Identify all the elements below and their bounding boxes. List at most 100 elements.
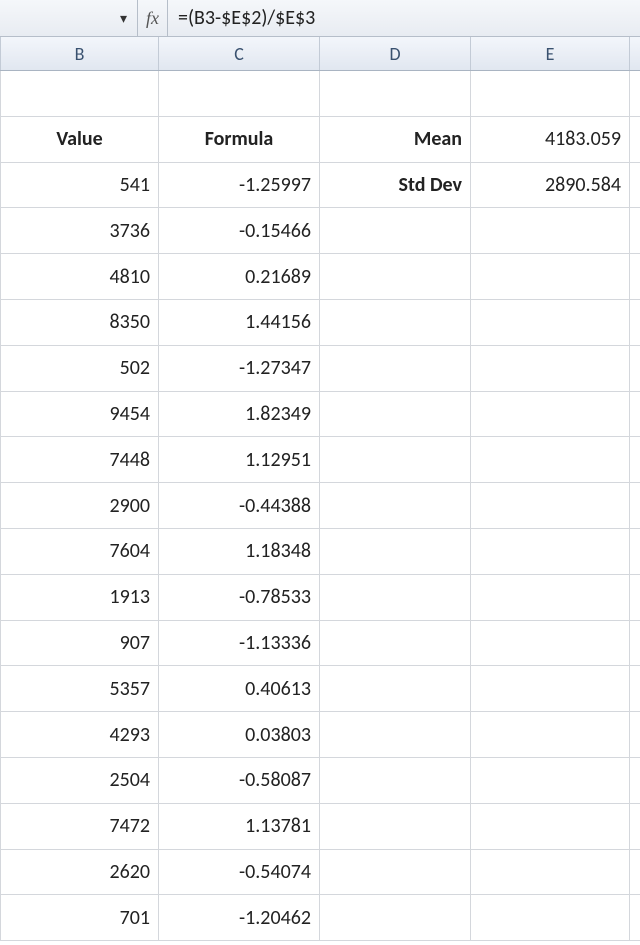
cell-e[interactable] [471, 208, 630, 254]
cell-e[interactable] [471, 529, 630, 575]
cell-formula[interactable]: 1.82349 [159, 392, 320, 438]
cell-b1[interactable] [0, 71, 159, 117]
cell-formula[interactable]: -0.44388 [159, 483, 320, 529]
cell-value[interactable]: 2504 [0, 758, 159, 804]
cell-formula[interactable]: -0.78533 [159, 575, 320, 621]
cell-f[interactable] [630, 895, 640, 941]
cell-d[interactable] [320, 392, 471, 438]
cell-e[interactable] [471, 758, 630, 804]
cell-e[interactable] [471, 850, 630, 896]
column-header-f[interactable] [630, 37, 640, 70]
cell-d[interactable] [320, 758, 471, 804]
cell-f[interactable] [630, 300, 640, 346]
cell-f[interactable] [630, 666, 640, 712]
cell-e1[interactable] [471, 71, 630, 117]
cell-formula[interactable]: 0.21689 [159, 254, 320, 300]
cell-d[interactable] [320, 300, 471, 346]
cell-e[interactable] [471, 804, 630, 850]
cell-value[interactable]: 502 [0, 346, 159, 392]
cell-d[interactable] [320, 483, 471, 529]
cell-formula[interactable]: 1.44156 [159, 300, 320, 346]
cell-e[interactable] [471, 483, 630, 529]
header-stddev[interactable]: Std Dev [320, 163, 471, 209]
fx-icon[interactable]: fx [144, 8, 161, 29]
cell-formula[interactable]: -1.25997 [159, 163, 320, 209]
cell-d[interactable] [320, 804, 471, 850]
cell-e[interactable] [471, 895, 630, 941]
cell-f[interactable] [630, 254, 640, 300]
cell-f[interactable] [630, 346, 640, 392]
cell-e[interactable] [471, 346, 630, 392]
column-header-b[interactable]: B [0, 37, 159, 70]
cell-d1[interactable] [320, 71, 471, 117]
cell-value[interactable]: 4293 [0, 712, 159, 758]
cell-f[interactable] [630, 208, 640, 254]
cell-d[interactable] [320, 208, 471, 254]
cell-value[interactable]: 7448 [0, 437, 159, 483]
cell-f3[interactable] [630, 163, 640, 209]
cell-value[interactable]: 3736 [0, 208, 159, 254]
header-mean[interactable]: Mean [320, 117, 471, 163]
cell-e[interactable] [471, 254, 630, 300]
cell-e[interactable] [471, 437, 630, 483]
cell-f[interactable] [630, 483, 640, 529]
cell-formula[interactable]: -1.27347 [159, 346, 320, 392]
cell-f[interactable] [630, 850, 640, 896]
cell-formula[interactable]: -0.58087 [159, 758, 320, 804]
cell-d[interactable] [320, 437, 471, 483]
cell-formula[interactable]: -1.13336 [159, 621, 320, 667]
cell-f1[interactable] [630, 71, 640, 117]
cell-value[interactable]: 8350 [0, 300, 159, 346]
cell-e[interactable] [471, 712, 630, 758]
cell-formula[interactable]: -1.20462 [159, 895, 320, 941]
cell-e[interactable] [471, 575, 630, 621]
cell-value[interactable]: 2900 [0, 483, 159, 529]
cell-d[interactable] [320, 529, 471, 575]
cell-d[interactable] [320, 895, 471, 941]
cell-e[interactable] [471, 621, 630, 667]
cell-formula[interactable]: -0.15466 [159, 208, 320, 254]
name-box[interactable]: ▾ [0, 0, 138, 36]
cell-value[interactable]: 7472 [0, 804, 159, 850]
cell-formula[interactable]: 1.12951 [159, 437, 320, 483]
column-header-c[interactable]: C [159, 37, 320, 70]
header-value[interactable]: Value [0, 117, 159, 163]
cell-formula[interactable]: 1.18348 [159, 529, 320, 575]
cell-value[interactable]: 7604 [0, 529, 159, 575]
cell-f[interactable] [630, 575, 640, 621]
cell-formula[interactable]: 0.03803 [159, 712, 320, 758]
cell-formula[interactable]: 0.40613 [159, 666, 320, 712]
cell-value[interactable]: 2620 [0, 850, 159, 896]
cell-d[interactable] [320, 850, 471, 896]
column-header-e[interactable]: E [471, 37, 630, 70]
cell-value[interactable]: 1913 [0, 575, 159, 621]
cell-e[interactable] [471, 392, 630, 438]
chevron-down-icon[interactable]: ▾ [114, 10, 133, 27]
cell-f[interactable] [630, 437, 640, 483]
cell-value[interactable]: 907 [0, 621, 159, 667]
cell-f[interactable] [630, 712, 640, 758]
cell-formula[interactable]: 1.13781 [159, 804, 320, 850]
cell-stddev-value[interactable]: 2890.584 [471, 163, 630, 209]
cell-d[interactable] [320, 621, 471, 667]
cell-value[interactable]: 4810 [0, 254, 159, 300]
cell-f[interactable] [630, 392, 640, 438]
cell-value[interactable]: 5357 [0, 666, 159, 712]
formula-input[interactable]: =(B3-$E$2)/$E$3 [168, 0, 640, 36]
cell-formula[interactable]: -0.54074 [159, 850, 320, 896]
cell-e[interactable] [471, 300, 630, 346]
cell-f2[interactable] [630, 117, 640, 163]
cell-e[interactable] [471, 666, 630, 712]
cell-value[interactable]: 701 [0, 895, 159, 941]
cell-value[interactable]: 9454 [0, 392, 159, 438]
header-formula[interactable]: Formula [159, 117, 320, 163]
cell-d[interactable] [320, 575, 471, 621]
cell-value[interactable]: 541 [0, 163, 159, 209]
column-header-d[interactable]: D [320, 37, 471, 70]
cell-d[interactable] [320, 254, 471, 300]
cell-c1[interactable] [159, 71, 320, 117]
cell-d[interactable] [320, 712, 471, 758]
cell-d[interactable] [320, 666, 471, 712]
cell-d[interactable] [320, 346, 471, 392]
cell-f[interactable] [630, 529, 640, 575]
